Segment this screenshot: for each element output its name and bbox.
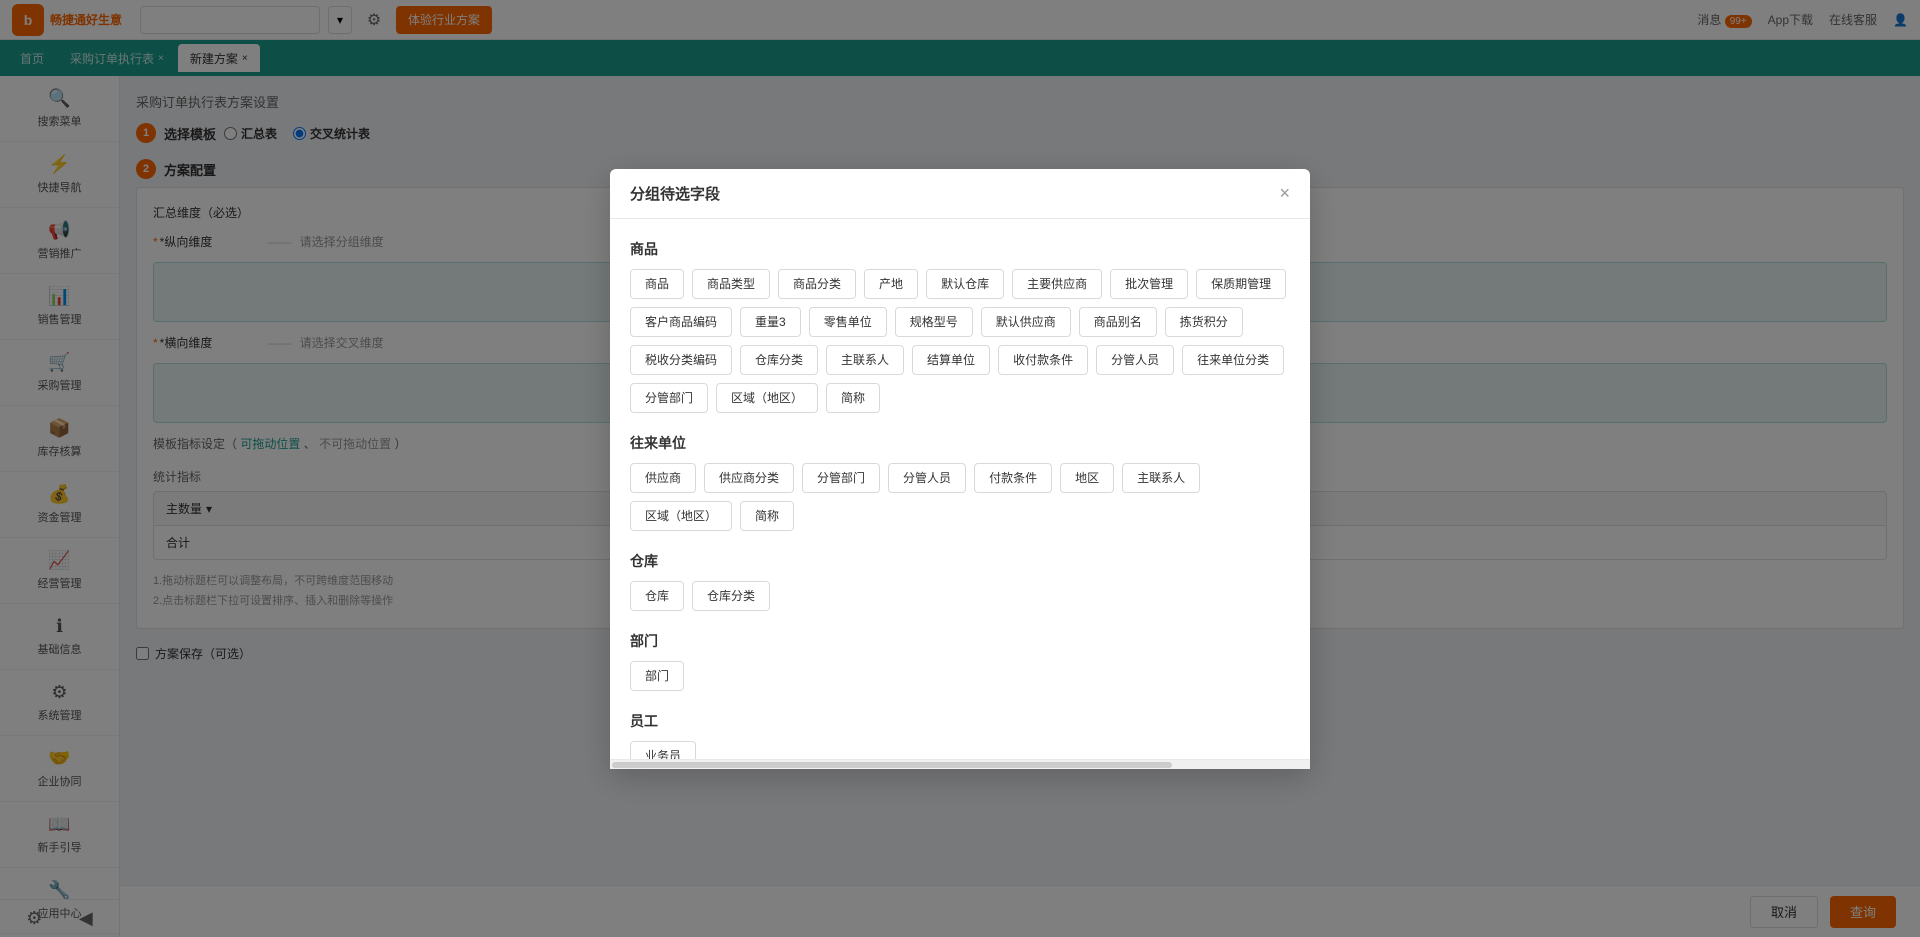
field-tag[interactable]: 仓库分类 <box>692 581 770 611</box>
field-tag[interactable]: 地区 <box>1060 463 1114 493</box>
field-tag[interactable]: 往来单位分类 <box>1182 345 1284 375</box>
field-tag[interactable]: 拣货积分 <box>1165 307 1243 337</box>
field-tag[interactable]: 供应商 <box>630 463 696 493</box>
field-tag[interactable]: 产地 <box>864 269 918 299</box>
field-group-仓库: 仓库仓库仓库分类 <box>630 551 1290 611</box>
field-group-员工: 员工业务员 <box>630 711 1290 759</box>
field-tag[interactable]: 主联系人 <box>1122 463 1200 493</box>
modal-title: 分组待选字段 <box>630 183 720 204</box>
field-group-往来单位: 往来单位供应商供应商分类分管部门分管人员付款条件地区主联系人区域（地区） 简称 <box>630 433 1290 531</box>
field-tag[interactable]: 简称 <box>826 383 880 413</box>
field-tag[interactable]: 部门 <box>630 661 684 691</box>
field-tags: 仓库仓库分类 <box>630 581 1290 611</box>
field-tag[interactable]: 默认供应商 <box>981 307 1071 337</box>
field-tag[interactable]: 批次管理 <box>1110 269 1188 299</box>
field-tag[interactable]: 规格型号 <box>895 307 973 337</box>
field-tag[interactable]: 客户商品编码 <box>630 307 732 337</box>
field-group-title: 员工 <box>630 711 1290 731</box>
field-tag[interactable]: 区域（地区） <box>630 501 732 531</box>
field-tag[interactable]: 分管部门 <box>802 463 880 493</box>
modal-header: 分组待选字段 × <box>610 169 1310 219</box>
field-tag[interactable]: 业务员 <box>630 741 696 759</box>
modal-body[interactable]: 商品商品商品类型商品分类产地默认仓库主要供应商批次管理保质期管理客户商品编码重量… <box>610 219 1310 759</box>
field-tag[interactable]: 商品 <box>630 269 684 299</box>
field-tag[interactable]: 商品别名 <box>1079 307 1157 337</box>
field-tag[interactable]: 区域（地区） <box>716 383 818 413</box>
modal-hscrollbar[interactable] <box>610 759 1310 769</box>
field-tag[interactable]: 仓库分类 <box>740 345 818 375</box>
field-tags: 部门 <box>630 661 1290 691</box>
modal: 分组待选字段 × 商品商品商品类型商品分类产地默认仓库主要供应商批次管理保质期管… <box>610 169 1310 769</box>
field-group-部门: 部门部门 <box>630 631 1290 691</box>
modal-overlay[interactable]: 分组待选字段 × 商品商品商品类型商品分类产地默认仓库主要供应商批次管理保质期管… <box>0 0 1920 937</box>
field-tag[interactable]: 商品分类 <box>778 269 856 299</box>
field-tag[interactable]: 主联系人 <box>826 345 904 375</box>
field-group-title: 仓库 <box>630 551 1290 571</box>
field-tag[interactable]: 税收分类编码 <box>630 345 732 375</box>
field-tag[interactable]: 付款条件 <box>974 463 1052 493</box>
field-group-title: 商品 <box>630 239 1290 259</box>
field-tags: 业务员 <box>630 741 1290 759</box>
field-tag[interactable]: 简称 <box>740 501 794 531</box>
field-tag[interactable]: 结算单位 <box>912 345 990 375</box>
modal-close-button[interactable]: × <box>1279 183 1290 204</box>
field-tags: 商品商品类型商品分类产地默认仓库主要供应商批次管理保质期管理客户商品编码重量3 零… <box>630 269 1290 413</box>
field-group-title: 往来单位 <box>630 433 1290 453</box>
field-tag[interactable]: 商品类型 <box>692 269 770 299</box>
field-group-商品: 商品商品商品类型商品分类产地默认仓库主要供应商批次管理保质期管理客户商品编码重量… <box>630 239 1290 413</box>
field-group-title: 部门 <box>630 631 1290 651</box>
field-tag[interactable]: 主要供应商 <box>1012 269 1102 299</box>
modal-hscroll-thumb <box>612 762 1172 768</box>
field-tag[interactable]: 分管人员 <box>888 463 966 493</box>
field-tag[interactable]: 分管人员 <box>1096 345 1174 375</box>
field-tag[interactable]: 保质期管理 <box>1196 269 1286 299</box>
field-tag[interactable]: 重量3 <box>740 307 801 337</box>
field-tag[interactable]: 仓库 <box>630 581 684 611</box>
field-tag[interactable]: 分管部门 <box>630 383 708 413</box>
field-tags: 供应商供应商分类分管部门分管人员付款条件地区主联系人区域（地区） 简称 <box>630 463 1290 531</box>
field-tag[interactable]: 供应商分类 <box>704 463 794 493</box>
field-tag[interactable]: 零售单位 <box>809 307 887 337</box>
field-tag[interactable]: 收付款条件 <box>998 345 1088 375</box>
field-tag[interactable]: 默认仓库 <box>926 269 1004 299</box>
